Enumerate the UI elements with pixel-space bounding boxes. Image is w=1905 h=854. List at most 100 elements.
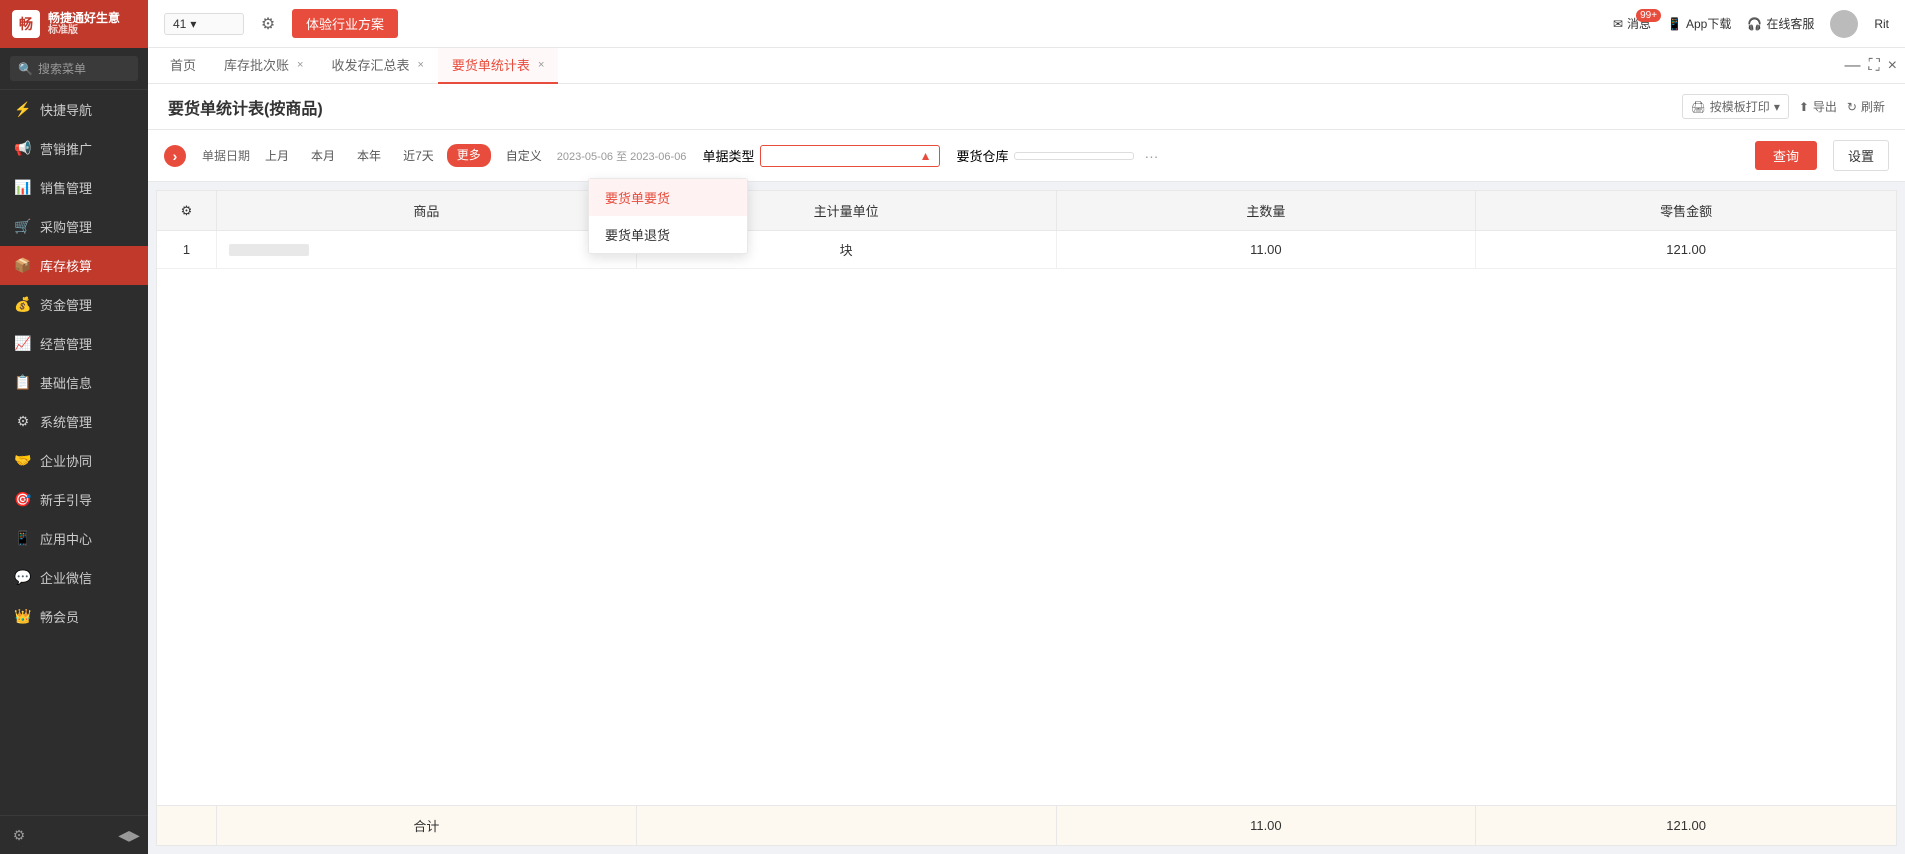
table-area: ⚙ 商品 主计量单位 主数量 零售金额 1 块 11.00 121.00 (156, 190, 1897, 846)
date-btn-this-month[interactable]: 本月 (302, 144, 344, 167)
wechat-icon: 💬 (14, 569, 32, 587)
sidebar-item-appstore[interactable]: 📱 应用中心 (0, 519, 148, 558)
tf-unit-empty (637, 806, 1057, 845)
dropdown-item-return[interactable]: 要货单退货 (589, 216, 747, 253)
date-btn-this-year[interactable]: 本年 (348, 144, 390, 167)
sidebar-item-shortcuts[interactable]: ⚡ 快捷导航 (0, 90, 148, 129)
sidebar-item-enterprise[interactable]: 🤝 企业协同 (0, 441, 148, 480)
topbar-left: 41 ▾ ⚙ 体验行业方案 (164, 9, 398, 38)
industry-solution-btn[interactable]: 体验行业方案 (292, 9, 398, 38)
date-custom-btn[interactable]: 自定义 (497, 144, 551, 167)
sidebar-item-label: 企业协同 (40, 451, 92, 470)
app-download-btn[interactable]: 📱 App下载 (1667, 15, 1731, 32)
sidebar-item-inventory[interactable]: 📦 库存核算 (0, 246, 148, 285)
sidebar: 畅 畅捷通好生意 标准版 🔍 搜索菜单 ⚡ 快捷导航 📢 营销推广 📊 销售管理… (0, 0, 148, 854)
page-title: 要货单统计表(按商品) (168, 95, 323, 119)
tf-quantity: 11.00 (1057, 806, 1477, 845)
dropdown-item-order[interactable]: 要货单要货 (589, 179, 747, 216)
tf-amount: 121.00 (1476, 806, 1896, 845)
print-btn[interactable]: 🖨 按模板打印 ▾ (1682, 94, 1789, 119)
tab-receipts-close[interactable]: × (417, 59, 423, 71)
tabs-close-btn[interactable]: × (1888, 57, 1897, 75)
page-content: 要货单统计表(按商品) 🖨 按模板打印 ▾ ⬆ 导出 ↻ 刷新 › (148, 84, 1905, 854)
sidebar-item-operations[interactable]: 📈 经营管理 (0, 324, 148, 363)
tab-batch-close[interactable]: × (297, 59, 303, 71)
refresh-label: 刷新 (1861, 98, 1885, 115)
td-quantity: 11.00 (1057, 231, 1477, 268)
type-dropdown-overlay: 要货单要货 要货单退货 (588, 178, 748, 254)
query-btn[interactable]: 查询 (1755, 141, 1817, 170)
filter-toggle-btn[interactable]: › (164, 145, 186, 167)
sidebar-item-label: 畅会员 (40, 607, 79, 626)
phone-icon: 📱 (1667, 17, 1682, 31)
date-filter-label: 单据日期 (202, 147, 250, 164)
app-edition: 标准版 (48, 25, 120, 37)
online-service-btn[interactable]: 🎧 在线客服 (1747, 15, 1814, 32)
th-gear[interactable]: ⚙ (157, 191, 217, 230)
messages-btn[interactable]: ✉ 消息 99+ (1613, 15, 1651, 32)
sidebar-item-label: 营销推广 (40, 139, 92, 158)
tab-home-label: 首页 (170, 55, 196, 74)
filter-more-btn[interactable]: ··· (1144, 148, 1158, 164)
app-download-label: App下载 (1686, 15, 1731, 32)
th-product: 商品 (217, 191, 637, 230)
tab-receipts[interactable]: 收发存汇总表 × (317, 48, 437, 84)
sidebar-item-label: 应用中心 (40, 529, 92, 548)
date-btn-7days[interactable]: 近7天 (394, 144, 443, 167)
tab-requisition-label: 要货单统计表 (452, 55, 530, 74)
sidebar-item-system[interactable]: ⚙ 系统管理 (0, 402, 148, 441)
store-selector[interactable]: 41 ▾ (164, 13, 244, 35)
table-body: 1 块 11.00 121.00 (157, 231, 1896, 805)
search-menu-btn[interactable]: 🔍 搜索菜单 (10, 56, 138, 81)
tabs-expand-btn[interactable]: ⛶ (1868, 57, 1879, 75)
warehouse-filter-input[interactable] (1014, 152, 1134, 160)
date-filter-group: 单据日期 上月 本月 本年 近7天 更多 自定义 2023-05-06 至 20… (202, 144, 686, 167)
date-btn-more[interactable]: 更多 (447, 144, 491, 167)
tab-home[interactable]: 首页 (156, 48, 210, 84)
app-name: 畅捷通好生意 (48, 11, 120, 25)
tf-label: 合计 (217, 806, 637, 845)
date-btn-last-month[interactable]: 上月 (256, 144, 298, 167)
finance-icon: 💰 (14, 296, 32, 314)
table-row: 1 块 11.00 121.00 (157, 231, 1896, 269)
td-product (217, 231, 637, 268)
user-avatar[interactable] (1830, 10, 1858, 38)
type-filter-group: 单据类型 ▲ (702, 145, 940, 167)
type-filter-label: 单据类型 (702, 146, 754, 165)
sidebar-item-guide[interactable]: 🎯 新手引导 (0, 480, 148, 519)
app-logo: 畅 (12, 10, 40, 38)
sidebar-item-sales[interactable]: 📊 销售管理 (0, 168, 148, 207)
tab-receipts-label: 收发存汇总表 (331, 55, 409, 74)
settings-btn[interactable]: 设置 (1833, 140, 1889, 171)
store-settings-btn[interactable]: ⚙ (254, 10, 282, 38)
refresh-btn[interactable]: ↻ 刷新 (1847, 98, 1885, 115)
search-icon: 🔍 (18, 62, 33, 76)
tab-requisition[interactable]: 要货单统计表 × (438, 48, 558, 84)
tab-requisition-close[interactable]: × (538, 59, 544, 71)
tabs-minimize-btn[interactable]: — (1844, 57, 1860, 75)
tab-batch[interactable]: 库存批次账 × (210, 48, 317, 84)
export-btn[interactable]: ⬆ 导出 (1799, 98, 1837, 115)
sidebar-item-member[interactable]: 👑 畅会员 (0, 597, 148, 636)
refresh-icon: ↻ (1847, 100, 1857, 114)
guide-icon: 🎯 (14, 491, 32, 509)
type-filter-input[interactable]: ▲ (760, 145, 940, 167)
sidebar-item-finance[interactable]: 💰 资金管理 (0, 285, 148, 324)
sidebar-item-marketing[interactable]: 📢 营销推广 (0, 129, 148, 168)
collapse-icon[interactable]: ◀▶ (120, 826, 138, 844)
basic-icon: 📋 (14, 374, 32, 392)
sidebar-item-wechat[interactable]: 💬 企业微信 (0, 558, 148, 597)
sidebar-item-purchase[interactable]: 🛒 采购管理 (0, 207, 148, 246)
sidebar-item-basic[interactable]: 📋 基础信息 (0, 363, 148, 402)
sidebar-nav: ⚡ 快捷导航 📢 营销推广 📊 销售管理 🛒 采购管理 📦 库存核算 💰 资金管… (0, 90, 148, 815)
purchase-icon: 🛒 (14, 218, 32, 236)
online-service-label: 在线客服 (1766, 15, 1814, 32)
print-icon: 🖨 (1691, 100, 1706, 114)
sidebar-item-label: 快捷导航 (40, 100, 92, 119)
tf-empty (157, 806, 217, 845)
member-icon: 👑 (14, 608, 32, 626)
settings-icon[interactable]: ⚙ (10, 826, 28, 844)
sidebar-item-label: 库存核算 (40, 256, 92, 275)
sidebar-footer: ⚙ ◀▶ (0, 815, 148, 854)
user-name-label: Rit (1874, 17, 1889, 31)
